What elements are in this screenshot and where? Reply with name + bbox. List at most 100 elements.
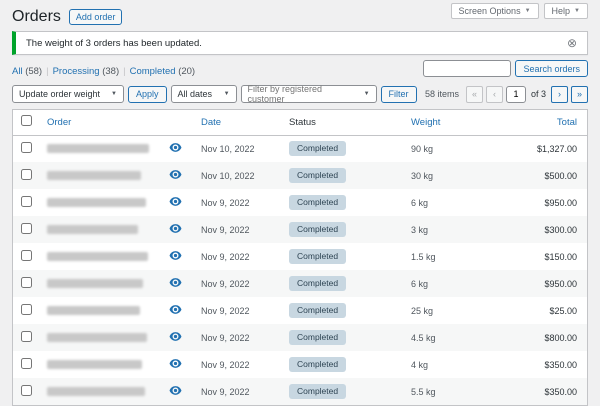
table-row: Nov 10, 2022 Completed 30 kg $500.00 [13, 162, 587, 189]
order-total: $300.00 [544, 224, 577, 235]
table-row: Nov 9, 2022 Completed 6 kg $950.00 [13, 270, 587, 297]
order-date: Nov 9, 2022 [201, 278, 250, 289]
row-checkbox[interactable] [21, 304, 32, 315]
order-weight: 3 kg [411, 224, 429, 235]
order-weight: 6 kg [411, 278, 429, 289]
row-checkbox[interactable] [21, 142, 32, 154]
order-total: $800.00 [544, 332, 577, 343]
row-checkbox[interactable] [21, 250, 32, 261]
order-date: Nov 9, 2022 [201, 332, 250, 343]
status-badge: Completed [289, 222, 347, 237]
order-date: Nov 9, 2022 [201, 359, 250, 370]
search-orders-button[interactable]: Search orders [515, 60, 588, 77]
order-weight: 5.5 kg [411, 386, 436, 397]
order-name-redacted-link[interactable] [47, 333, 147, 342]
status-badge: Completed [289, 168, 347, 183]
table-row: Nov 9, 2022 Completed 25 kg $25.00 [13, 297, 587, 324]
table-header-row: Order Date Status Weight Total [13, 110, 587, 136]
row-checkbox[interactable] [21, 358, 32, 369]
order-date: Nov 9, 2022 [201, 386, 250, 397]
add-order-button[interactable]: Add order [68, 9, 123, 25]
column-header-weight[interactable]: Weight [403, 110, 499, 136]
order-date: Nov 9, 2022 [201, 197, 250, 208]
row-checkbox[interactable] [21, 169, 32, 180]
column-header-total[interactable]: Total [499, 110, 587, 136]
row-checkbox[interactable] [21, 385, 32, 396]
order-weight: 90 kg [411, 143, 434, 154]
view-processing-link[interactable]: Processing (38) [53, 66, 120, 77]
order-name-redacted-link[interactable] [47, 171, 141, 180]
next-page-button[interactable]: › [551, 85, 568, 103]
order-weight: 30 kg [411, 170, 434, 181]
order-total: $350.00 [544, 359, 577, 370]
row-checkbox[interactable] [21, 196, 32, 207]
help-label: Help [551, 6, 571, 16]
status-badge: Completed [289, 276, 347, 291]
status-badge: Completed [289, 330, 347, 345]
screen-meta: Screen Options ▼ Help ▼ [450, 3, 588, 19]
view-all-link[interactable]: All (58) [12, 66, 42, 77]
date-filter-select[interactable]: All dates ▼ [170, 85, 237, 103]
row-checkbox[interactable] [21, 223, 32, 234]
page-title: Orders [12, 8, 61, 25]
current-page-input[interactable] [505, 85, 526, 103]
last-page-button[interactable]: » [571, 85, 588, 103]
preview-eye-icon[interactable] [169, 386, 182, 395]
order-name-redacted-link[interactable] [47, 198, 146, 207]
order-name-redacted-link[interactable] [47, 387, 145, 396]
success-notice: The weight of 3 orders has been updated.… [12, 31, 588, 55]
status-badge: Completed [289, 384, 347, 399]
order-total: $150.00 [544, 251, 577, 262]
order-name-redacted-link[interactable] [47, 252, 148, 261]
screen-options-button[interactable]: Screen Options ▼ [450, 3, 539, 19]
table-nav-actions: Update order weight ▼ Apply All dates ▼ … [12, 84, 417, 104]
order-name-redacted-link[interactable] [47, 279, 143, 288]
preview-eye-icon[interactable] [169, 170, 182, 179]
total-pages-label: of 3 [530, 89, 546, 99]
help-button[interactable]: Help ▼ [543, 3, 588, 19]
status-badge: Completed [289, 249, 347, 264]
order-date: Nov 10, 2022 [201, 143, 255, 154]
date-filter-value: All dates [177, 89, 213, 99]
view-processing-label: Processing [52, 66, 100, 77]
search-orders-input[interactable] [423, 60, 512, 77]
preview-eye-icon[interactable] [169, 197, 182, 206]
first-page-button: « [465, 85, 483, 103]
preview-eye-icon[interactable] [169, 224, 182, 233]
table-row: Nov 9, 2022 Completed 1.5 kg $150.00 [13, 243, 587, 270]
order-date: Nov 10, 2022 [201, 170, 255, 181]
dismiss-notice-icon[interactable]: ⊗ [567, 37, 577, 49]
row-checkbox[interactable] [21, 331, 32, 342]
select-all-checkbox[interactable] [21, 115, 32, 127]
view-completed-link[interactable]: Completed (20) [130, 66, 196, 77]
order-date: Nov 9, 2022 [201, 251, 250, 262]
pagination: 58 items « ‹ of 3 › » [424, 85, 588, 103]
apply-button[interactable]: Apply [128, 85, 167, 103]
order-name-redacted-link[interactable] [47, 225, 138, 234]
order-total: $25.00 [549, 305, 577, 316]
column-header-order[interactable]: Order [39, 110, 169, 136]
order-total: $950.00 [544, 278, 577, 289]
search-box: Search orders [423, 60, 588, 77]
preview-eye-icon[interactable] [169, 251, 182, 260]
order-name-redacted-link[interactable] [47, 306, 140, 315]
preview-eye-icon[interactable] [169, 359, 182, 368]
chevron-down-icon: ▼ [363, 91, 370, 97]
chevron-down-icon: ▼ [223, 91, 230, 97]
preview-eye-icon[interactable] [169, 143, 182, 153]
preview-eye-icon[interactable] [169, 278, 182, 287]
bulk-actions-select[interactable]: Update order weight ▼ [12, 85, 124, 103]
order-name-redacted-link[interactable] [47, 144, 149, 154]
customer-filter-select[interactable]: Filter by registered customer ▼ [240, 84, 377, 104]
bulk-actions-value: Update order weight [19, 89, 101, 99]
order-name-redacted-link[interactable] [47, 360, 142, 369]
preview-eye-icon[interactable] [169, 332, 182, 341]
preview-eye-icon[interactable] [169, 305, 182, 314]
column-header-preview [169, 110, 193, 136]
filter-button[interactable]: Filter [380, 85, 417, 103]
row-checkbox[interactable] [21, 277, 32, 288]
column-header-date[interactable]: Date [193, 110, 281, 136]
table-row: Nov 9, 2022 Completed 6 kg $950.00 [13, 189, 587, 216]
items-count: 58 items [424, 89, 459, 99]
order-total: $1,327.00 [536, 143, 577, 154]
